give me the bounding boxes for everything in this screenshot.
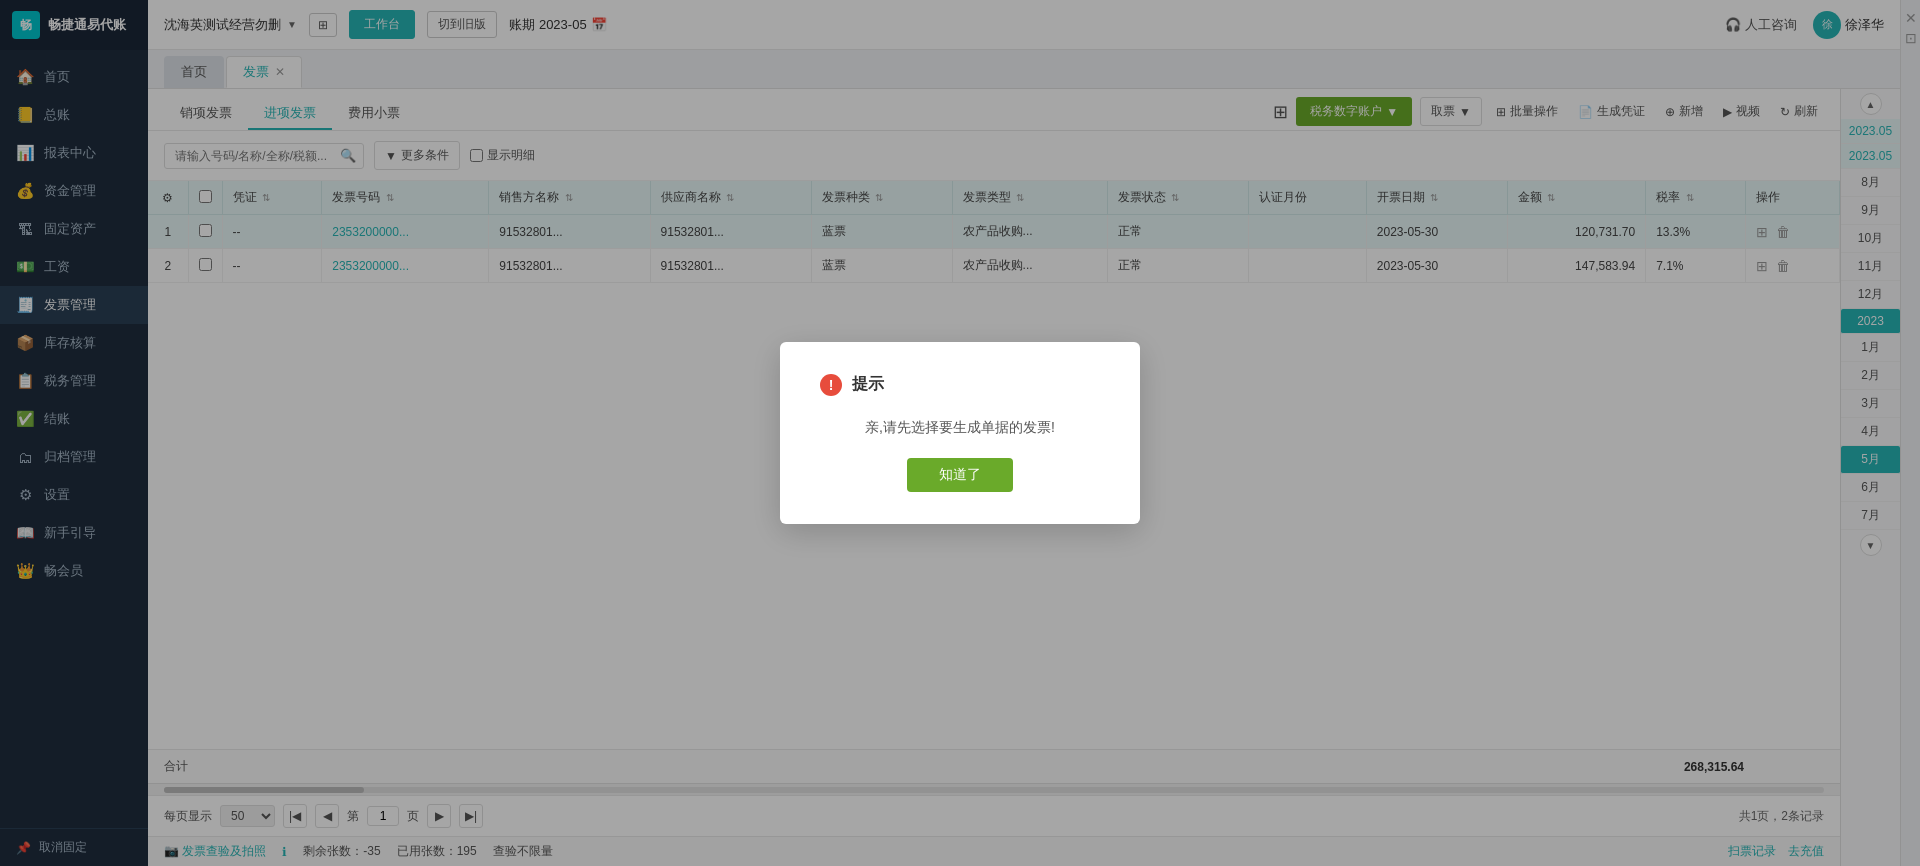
modal-title: 提示	[852, 374, 884, 395]
modal-overlay[interactable]: ! 提示 亲,请先选择要生成单据的发票! 知道了	[0, 0, 1920, 866]
modal-ok-button[interactable]: 知道了	[907, 458, 1013, 492]
modal-title-row: ! 提示	[820, 374, 884, 396]
warning-icon: !	[820, 374, 842, 396]
modal-dialog: ! 提示 亲,请先选择要生成单据的发票! 知道了	[780, 342, 1140, 524]
modal-message: 亲,请先选择要生成单据的发票!	[865, 416, 1055, 438]
